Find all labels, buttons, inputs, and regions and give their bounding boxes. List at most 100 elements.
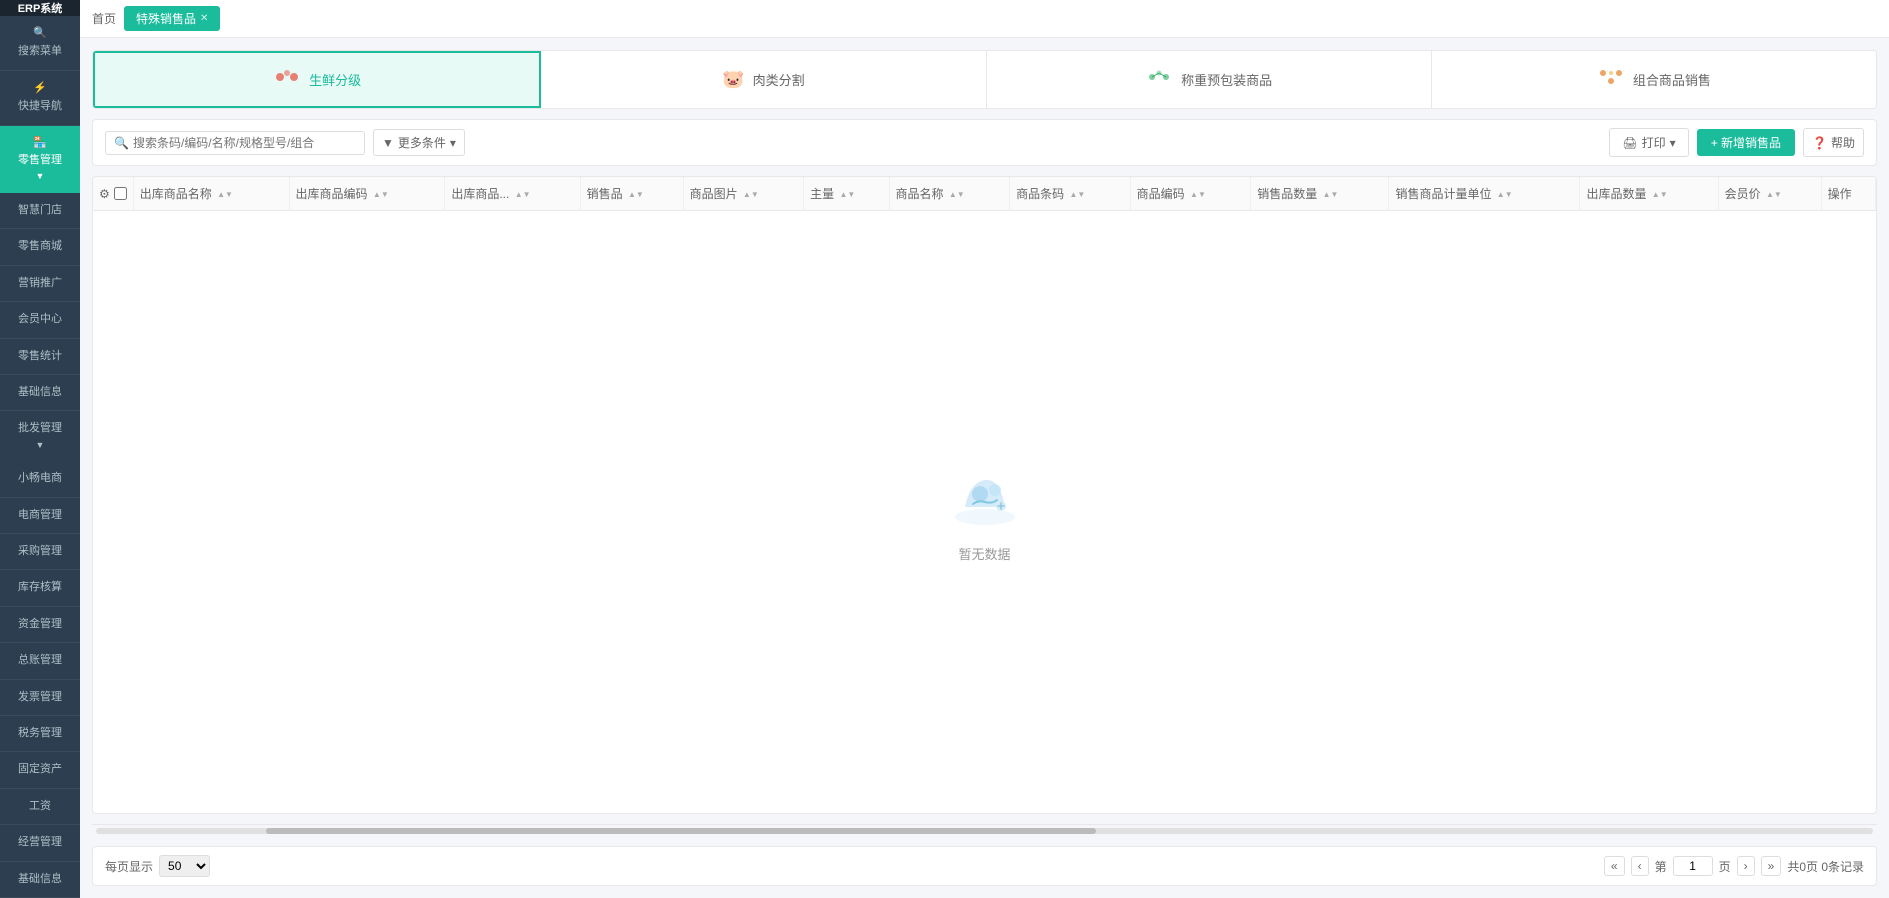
chevron-down-icon: ▼ bbox=[36, 170, 45, 183]
active-tab[interactable]: 特殊销售品 ✕ bbox=[124, 6, 220, 31]
sort-outbound-code[interactable]: ▲▼ bbox=[373, 191, 389, 199]
filter-icon: ▼ bbox=[382, 136, 394, 150]
col-product-name: 商品名称 ▲▼ bbox=[889, 177, 1010, 211]
sort-main-quantity[interactable]: ▲▼ bbox=[840, 191, 856, 199]
meat-cutting-icon: 🐷 bbox=[722, 69, 744, 90]
close-tab-icon[interactable]: ✕ bbox=[200, 13, 208, 24]
chevron-icon: ▾ bbox=[450, 136, 456, 150]
col-sales-quantity: 销售品数量 ▲▼ bbox=[1251, 177, 1389, 211]
content-area: 生鲜分级 🐷 肉类分割 称重预包装商品 bbox=[80, 38, 1889, 898]
weigh-prepack-icon bbox=[1145, 67, 1173, 92]
toolbar: 🔍 ▼ 更多条件 ▾ 🖨 打印 ▾ + 新增销售品 bbox=[92, 119, 1877, 166]
sidebar-item-ecom-mgmt[interactable]: 电商管理 bbox=[0, 498, 80, 534]
table-container: ⚙ 出库商品名称 ▲▼ 出库商品编码 ▲▼ bbox=[92, 176, 1877, 814]
col-sales-unit: 销售商品计量单位 ▲▼ bbox=[1389, 177, 1580, 211]
sidebar-item-smart-store[interactable]: 智慧门店 bbox=[0, 193, 80, 229]
page-label: 第 bbox=[1655, 858, 1667, 875]
sidebar-item-operations[interactable]: 经营管理 bbox=[0, 825, 80, 861]
search-box[interactable]: 🔍 bbox=[105, 131, 365, 155]
tab-weigh-prepack[interactable]: 称重预包装商品 bbox=[987, 51, 1432, 108]
tab-combo-sales[interactable]: 组合商品销售 bbox=[1432, 51, 1876, 108]
quick-nav-icon: ⚡ bbox=[33, 81, 47, 96]
sidebar-item-retail[interactable]: 🏪 零售管理 ▼ bbox=[0, 126, 80, 193]
sidebar-item-marketing[interactable]: 营销推广 bbox=[0, 266, 80, 302]
data-table: ⚙ 出库商品名称 ▲▼ 出库商品编码 ▲▼ bbox=[93, 177, 1876, 211]
sort-product-image[interactable]: ▲▼ bbox=[743, 191, 759, 199]
sidebar-item-retail-mall[interactable]: 零售商城 bbox=[0, 229, 80, 265]
col-outbound-spec: 出库商品... ▲▼ bbox=[445, 177, 580, 211]
sidebar-item-basic-info-1[interactable]: 基础信息 bbox=[0, 375, 80, 411]
search-input[interactable] bbox=[133, 136, 356, 150]
pagination-right: « ‹ 第 页 › » 共0页 0条记录 bbox=[1604, 856, 1864, 876]
sidebar-item-quick-nav[interactable]: ⚡ 快捷导航 bbox=[0, 71, 80, 126]
sidebar-item-members[interactable]: 会员中心 bbox=[0, 302, 80, 338]
sidebar-item-finance[interactable]: 资金管理 bbox=[0, 607, 80, 643]
sort-sales-item[interactable]: ▲▼ bbox=[628, 191, 644, 199]
tab-meat-cutting[interactable]: 🐷 肉类分割 bbox=[541, 51, 986, 108]
page-number-input[interactable] bbox=[1673, 856, 1713, 876]
col-outbound-code: 出库商品编码 ▲▼ bbox=[289, 177, 445, 211]
retail-icon: 🏪 bbox=[33, 136, 47, 151]
sort-outbound-spec[interactable]: ▲▼ bbox=[515, 191, 531, 199]
prev-page-button[interactable]: ‹ bbox=[1631, 856, 1649, 876]
scrollbar-thumb[interactable] bbox=[266, 828, 1096, 834]
sidebar-item-basic-info-2[interactable]: 基础信息 bbox=[0, 862, 80, 898]
sort-member-price[interactable]: ▲▼ bbox=[1766, 191, 1782, 199]
toolbar-left: 🔍 ▼ 更多条件 ▾ bbox=[105, 129, 465, 156]
print-icon: 🖨 bbox=[1622, 136, 1637, 150]
col-outbound-quantity: 出库品数量 ▲▼ bbox=[1580, 177, 1718, 211]
filter-button[interactable]: ▼ 更多条件 ▾ bbox=[373, 129, 465, 156]
sidebar: ERP系统 🔍 搜索菜单 ⚡ 快捷导航 🏪 零售管理 ▼ 智慧门店 零售商城 营… bbox=[0, 0, 80, 898]
page-suffix: 页 bbox=[1719, 858, 1731, 875]
add-product-button[interactable]: + 新增销售品 bbox=[1697, 129, 1795, 156]
chevron-down-icon-2: ▼ bbox=[36, 439, 45, 452]
pagination-bar: 每页显示 50 100 200 « ‹ 第 页 › » 共0页 0条记录 bbox=[92, 846, 1877, 886]
sidebar-item-search[interactable]: 🔍 搜索菜单 bbox=[0, 16, 80, 71]
search-icon: 🔍 bbox=[114, 136, 129, 150]
top-bar: 首页 特殊销售品 ✕ bbox=[80, 0, 1889, 38]
sort-product-code[interactable]: ▲▼ bbox=[1190, 191, 1206, 199]
toolbar-right: 🖨 打印 ▾ + 新增销售品 ❓ 帮助 bbox=[1609, 128, 1864, 157]
combo-sales-icon bbox=[1597, 67, 1625, 92]
pagination-left: 每页显示 50 100 200 bbox=[105, 855, 210, 877]
col-barcode: 商品条码 ▲▼ bbox=[1010, 177, 1131, 211]
select-all-checkbox[interactable] bbox=[114, 187, 127, 200]
sort-barcode[interactable]: ▲▼ bbox=[1069, 191, 1085, 199]
sort-sales-quantity[interactable]: ▲▼ bbox=[1323, 191, 1339, 199]
help-icon: ❓ bbox=[1812, 136, 1827, 150]
sidebar-item-ledger[interactable]: 总账管理 bbox=[0, 643, 80, 679]
horizontal-scrollbar-area bbox=[92, 824, 1877, 836]
next-page-button[interactable]: › bbox=[1737, 856, 1755, 876]
category-tabs: 生鲜分级 🐷 肉类分割 称重预包装商品 bbox=[92, 50, 1877, 109]
help-button[interactable]: ❓ 帮助 bbox=[1803, 128, 1864, 157]
sidebar-item-tax[interactable]: 税务管理 bbox=[0, 716, 80, 752]
last-page-button[interactable]: » bbox=[1761, 856, 1782, 876]
sort-product-name[interactable]: ▲▼ bbox=[949, 191, 965, 199]
home-link[interactable]: 首页 bbox=[92, 10, 116, 27]
first-page-button[interactable]: « bbox=[1604, 856, 1625, 876]
sidebar-item-fixed-assets[interactable]: 固定资产 bbox=[0, 752, 80, 788]
sort-sales-unit[interactable]: ▲▼ bbox=[1497, 191, 1513, 199]
scrollbar-track[interactable] bbox=[96, 828, 1873, 834]
col-member-price: 会员价 ▲▼ bbox=[1718, 177, 1821, 211]
page-size-select[interactable]: 50 100 200 bbox=[159, 855, 210, 877]
col-sales-item: 销售品 ▲▼ bbox=[580, 177, 683, 211]
sidebar-item-payroll[interactable]: 工资 bbox=[0, 789, 80, 825]
sidebar-item-retail-stats[interactable]: 零售统计 bbox=[0, 339, 80, 375]
sort-outbound-quantity[interactable]: ▲▼ bbox=[1652, 191, 1668, 199]
sidebar-item-ecom-mini[interactable]: 小畅电商 bbox=[0, 461, 80, 497]
tab-fresh-grading[interactable]: 生鲜分级 bbox=[93, 51, 541, 108]
sidebar-item-purchase[interactable]: 采购管理 bbox=[0, 534, 80, 570]
sidebar-item-invoice[interactable]: 发票管理 bbox=[0, 680, 80, 716]
main-area: 首页 特殊销售品 ✕ 生鲜分级 🐷 肉类分割 bbox=[80, 0, 1889, 898]
search-menu-icon: 🔍 bbox=[33, 26, 47, 41]
empty-state-icon bbox=[945, 462, 1025, 532]
sort-outbound-name[interactable]: ▲▼ bbox=[217, 191, 233, 199]
sidebar-item-inventory[interactable]: 库存核算 bbox=[0, 570, 80, 606]
sidebar-item-wholesale[interactable]: 批发管理 ▼ bbox=[0, 411, 80, 461]
fresh-grading-icon bbox=[273, 67, 301, 92]
settings-col-icon[interactable]: ⚙ bbox=[99, 187, 110, 201]
app-logo: ERP系统 bbox=[0, 0, 80, 16]
print-button[interactable]: 🖨 打印 ▾ bbox=[1609, 128, 1688, 157]
per-page-label: 每页显示 bbox=[105, 858, 153, 875]
